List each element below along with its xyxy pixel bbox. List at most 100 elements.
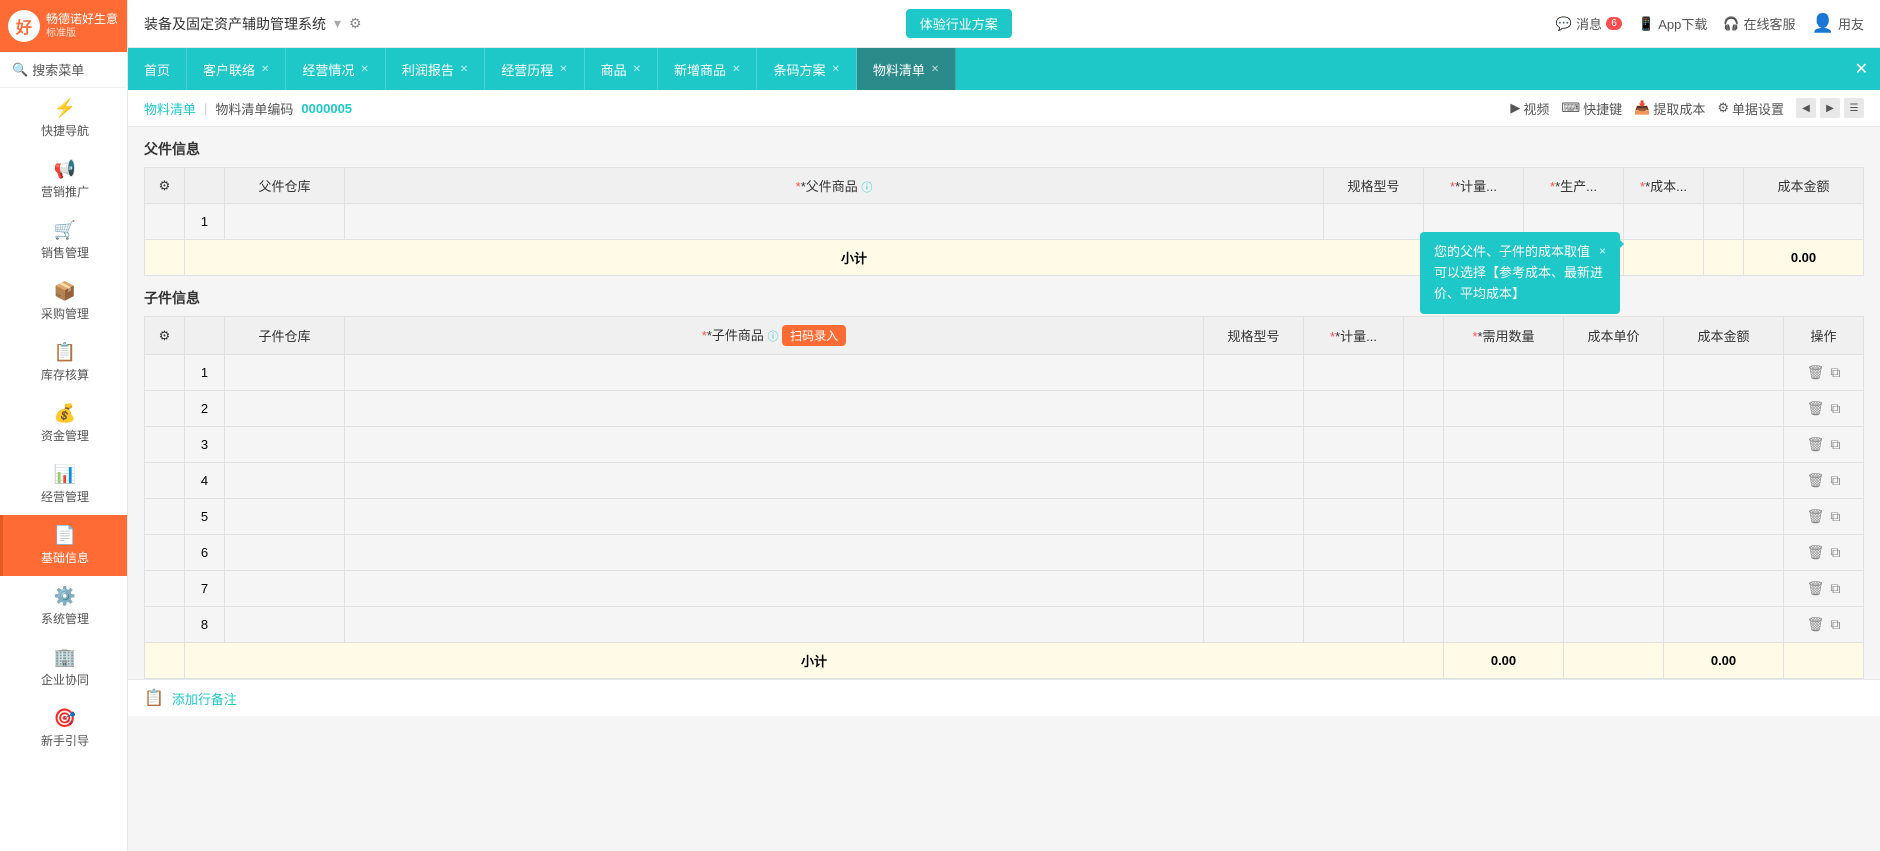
child-row4-copy-icon[interactable]: ⧉ [1830, 472, 1840, 489]
child-row3-copy-icon[interactable]: ⧉ [1830, 436, 1840, 453]
child-row6-cost-price[interactable] [1564, 535, 1664, 571]
child-row4-warehouse[interactable] [225, 463, 345, 499]
parent-row1-spec[interactable] [1324, 204, 1424, 240]
child-row6-copy-icon[interactable]: ⧉ [1830, 544, 1840, 561]
child-row7-delete-icon[interactable]: 🗑 [1807, 580, 1825, 597]
child-row6-unit[interactable] [1304, 535, 1404, 571]
parent-row1-warehouse[interactable] [225, 204, 345, 240]
child-row3-unit[interactable] [1304, 427, 1404, 463]
child-row5-delete-icon[interactable]: 🗑 [1807, 508, 1825, 525]
child-row2-spec[interactable] [1204, 391, 1304, 427]
child-row2-cost-price[interactable] [1564, 391, 1664, 427]
extract-cost-action[interactable]: 📥 提取成本 [1634, 99, 1705, 118]
child-row8-spec[interactable] [1204, 607, 1304, 643]
child-row4-qty[interactable] [1444, 463, 1564, 499]
child-row6-delete-icon[interactable]: 🗑 [1807, 544, 1825, 561]
next-btn[interactable]: ▶ [1820, 98, 1840, 118]
sidebar-item-inventory[interactable]: 📋 库存核算 [0, 332, 127, 393]
shortcut-action[interactable]: ⌨ 快捷键 [1561, 99, 1622, 118]
tab-home[interactable]: 首页 [128, 48, 187, 90]
tab-product-close[interactable]: ✕ [633, 64, 641, 75]
child-row8-cost-price[interactable] [1564, 607, 1664, 643]
child-row4-spec[interactable] [1204, 463, 1304, 499]
child-row1-product[interactable] [345, 355, 1204, 391]
child-row1-cost-price[interactable] [1564, 355, 1664, 391]
child-row1-copy-icon[interactable]: ⧉ [1830, 364, 1840, 381]
child-row6-spec[interactable] [1204, 535, 1304, 571]
parent-row1-product[interactable] [345, 204, 1324, 240]
tab-customer-close[interactable]: ✕ [261, 64, 269, 75]
sidebar-item-sales[interactable]: 🛒 销售管理 [0, 210, 127, 271]
prev-btn[interactable]: ◀ [1796, 98, 1816, 118]
message-action[interactable]: 💬 消息 6 [1556, 14, 1622, 33]
tab-operations-close[interactable]: ✕ [360, 64, 368, 75]
child-row8-unit[interactable] [1304, 607, 1404, 643]
tab-barcode-close[interactable]: ✕ [831, 64, 839, 75]
child-row3-delete-icon[interactable]: 🗑 [1807, 436, 1825, 453]
trial-button[interactable]: 体验行业方案 [906, 9, 1012, 38]
child-row3-warehouse[interactable] [225, 427, 345, 463]
dropdown-arrow-icon[interactable]: ▾ [334, 15, 341, 32]
tab-history-close[interactable]: ✕ [559, 64, 567, 75]
child-row5-spec[interactable] [1204, 499, 1304, 535]
online-service-action[interactable]: 🎧 在线客服 [1723, 14, 1795, 33]
child-row7-warehouse[interactable] [225, 571, 345, 607]
sidebar-item-purchase[interactable]: 📦 采购管理 [0, 271, 127, 332]
child-row7-product[interactable] [345, 571, 1204, 607]
child-row1-warehouse[interactable] [225, 355, 345, 391]
sidebar-item-enterprise[interactable]: 🏢 企业协同 [0, 637, 127, 698]
child-row7-copy-icon[interactable]: ⧉ [1830, 580, 1840, 597]
child-row2-copy-icon[interactable]: ⧉ [1830, 400, 1840, 417]
child-col-gear[interactable]: ⚙ [145, 317, 185, 355]
child-row5-product[interactable] [345, 499, 1204, 535]
settings-icon[interactable]: ⚙ [349, 15, 362, 32]
sidebar-item-basic-info[interactable]: 📄 基础信息 [0, 515, 127, 576]
tooltip-close[interactable]: × [1599, 242, 1606, 261]
child-row1-qty[interactable] [1444, 355, 1564, 391]
sidebar-item-quick-nav[interactable]: ⚡ 快捷导航 [0, 88, 127, 149]
tab-barcode[interactable]: 条码方案 ✕ [757, 48, 856, 90]
child-row4-delete-icon[interactable]: 🗑 [1807, 472, 1825, 489]
child-row3-qty[interactable] [1444, 427, 1564, 463]
app-download-action[interactable]: 📱 App下载 [1638, 14, 1707, 33]
child-row6-warehouse[interactable] [225, 535, 345, 571]
tab-new-product[interactable]: 新增商品 ✕ [658, 48, 757, 90]
sidebar-item-system[interactable]: ⚙️ 系统管理 [0, 576, 127, 637]
tab-bom-close[interactable]: ✕ [931, 64, 939, 75]
user-action[interactable]: 👤 用友 [1812, 13, 1864, 34]
child-row8-qty[interactable] [1444, 607, 1564, 643]
child-row2-qty[interactable] [1444, 391, 1564, 427]
child-row5-cost-price[interactable] [1564, 499, 1664, 535]
child-row8-warehouse[interactable] [225, 607, 345, 643]
child-row2-product[interactable] [345, 391, 1204, 427]
tab-profit[interactable]: 利润报告 ✕ [386, 48, 485, 90]
parent-col-gear[interactable]: ⚙ [145, 168, 185, 204]
tab-customer[interactable]: 客户联络 ✕ [187, 48, 286, 90]
child-row7-qty[interactable] [1444, 571, 1564, 607]
view-action[interactable]: ▶ 视频 [1510, 99, 1549, 118]
child-row3-cost-price[interactable] [1564, 427, 1664, 463]
child-row4-unit[interactable] [1304, 463, 1404, 499]
tab-history[interactable]: 经营历程 ✕ [485, 48, 584, 90]
child-row2-unit[interactable] [1304, 391, 1404, 427]
child-row5-copy-icon[interactable]: ⧉ [1830, 508, 1840, 525]
child-row8-delete-icon[interactable]: 🗑 [1807, 616, 1825, 633]
sidebar-item-operations[interactable]: 📊 经营管理 [0, 454, 127, 515]
child-row6-qty[interactable] [1444, 535, 1564, 571]
single-setting-action[interactable]: ⚙ 单据设置 [1717, 99, 1784, 118]
tabs-close-all[interactable]: ✕ [1843, 59, 1880, 79]
child-row3-spec[interactable] [1204, 427, 1304, 463]
breadcrumb-main[interactable]: 物料清单 [144, 99, 196, 118]
tab-product[interactable]: 商品 ✕ [585, 48, 658, 90]
tab-profit-close[interactable]: ✕ [460, 64, 468, 75]
list-btn[interactable]: ☰ [1844, 98, 1864, 118]
child-row8-copy-icon[interactable]: ⧉ [1830, 616, 1840, 633]
child-row1-unit[interactable] [1304, 355, 1404, 391]
child-row6-product[interactable] [345, 535, 1204, 571]
child-row2-warehouse[interactable] [225, 391, 345, 427]
child-row5-qty[interactable] [1444, 499, 1564, 535]
child-row5-unit[interactable] [1304, 499, 1404, 535]
child-row7-cost-price[interactable] [1564, 571, 1664, 607]
parent-product-info-icon[interactable]: ⓘ [861, 182, 872, 194]
sidebar-item-finance[interactable]: 💰 资金管理 [0, 393, 127, 454]
